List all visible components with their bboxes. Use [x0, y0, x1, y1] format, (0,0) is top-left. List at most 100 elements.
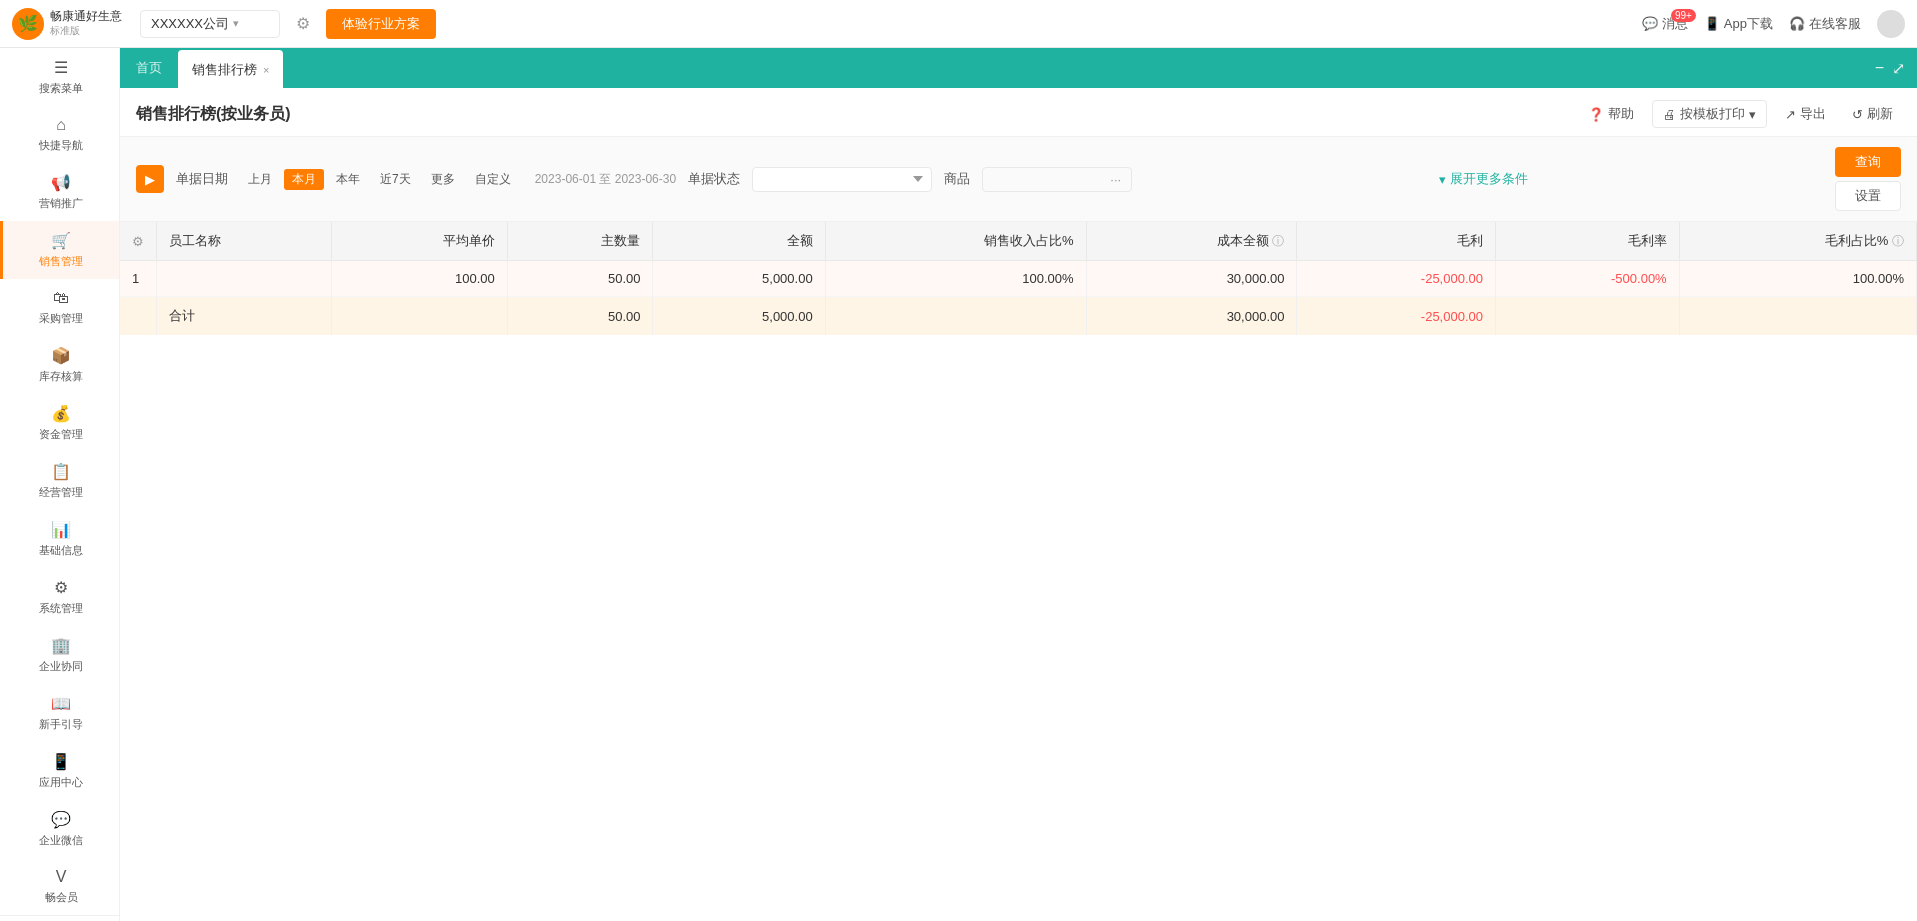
enterprise-icon: 🏢 [51, 636, 71, 655]
settings-button[interactable]: 设置 [1835, 181, 1901, 211]
sidebar-item-label: 系统管理 [39, 601, 83, 616]
date-option-this-month[interactable]: 本月 [284, 169, 324, 190]
gross-pct-info-icon[interactable]: ⓘ [1892, 234, 1904, 248]
sidebar-item-app-center[interactable]: 📱 应用中心 [0, 742, 119, 800]
app-download-label: App下载 [1724, 15, 1773, 33]
sidebar-item-finance[interactable]: 💰 资金管理 [0, 394, 119, 452]
avatar[interactable] [1877, 10, 1905, 38]
sidebar-item-quick-nav[interactable]: ⌂ 快捷导航 [0, 106, 119, 163]
page-header: 销售排行榜(按业务员) ❓ 帮助 🖨 按模板打印 ▾ ↗ 导出 [120, 88, 1917, 137]
status-select[interactable] [752, 167, 932, 192]
message-btn[interactable]: 💬 消息 99+ [1642, 15, 1688, 33]
date-option-7days[interactable]: 近7天 [372, 169, 419, 190]
sales-ranking-table: ⚙ 员工名称 平均单价 主数量 全额 [120, 222, 1917, 335]
sidebar-item-sales[interactable]: 🛒 销售管理 [0, 221, 119, 279]
app-download-btn[interactable]: 📱 App下载 [1704, 15, 1773, 33]
sidebar-item-label: 企业协同 [39, 659, 83, 674]
trial-button[interactable]: 体验行业方案 [326, 9, 436, 39]
sidebar-item-label: 经营管理 [39, 485, 83, 500]
tab-maximize-icon[interactable]: ⤢ [1892, 59, 1905, 78]
sidebar-item-label: 基础信息 [39, 543, 83, 558]
logo-area: 🌿 畅康通好生意 标准版 [12, 8, 132, 40]
marketing-icon: 📢 [51, 173, 71, 192]
sidebar-item-system[interactable]: ⚙ 系统管理 [0, 568, 119, 626]
filter-toggle-btn[interactable]: ▶ [136, 165, 164, 193]
print-dropdown-icon: ▾ [1749, 107, 1756, 122]
sidebar-item-vip[interactable]: V 畅会员 [0, 858, 119, 915]
tab-sales-ranking[interactable]: 销售排行榜 × [178, 50, 283, 90]
app-name: 畅康通好生意 [50, 9, 122, 25]
footer-avg-price [332, 297, 507, 336]
tab-label: 销售排行榜 [192, 61, 257, 79]
col-avg-price: 平均单价 [332, 222, 507, 261]
sidebar-item-basic-info[interactable]: 📊 基础信息 [0, 510, 119, 568]
footer-gross-rate [1496, 297, 1680, 336]
expand-label: 展开更多条件 [1450, 170, 1528, 188]
table-footer-row: 合计 50.00 5,000.00 30,000.00 -25,000.00 [120, 297, 1917, 336]
export-label: 导出 [1800, 105, 1826, 123]
purchase-icon: 🛍 [53, 289, 69, 307]
sidebar-item-operations[interactable]: 📋 经营管理 [0, 452, 119, 510]
sidebar-item-inventory[interactable]: 📦 库存核算 [0, 336, 119, 394]
search-icon: ☰ [54, 58, 68, 77]
date-option-more[interactable]: 更多 [423, 169, 463, 190]
main-layout: ☰ 搜索菜单 ⌂ 快捷导航 📢 营销推广 🛒 销售管理 🛍 采购管理 📦 库存核… [0, 48, 1917, 921]
top-right-area: 💬 消息 99+ 📱 App下载 🎧 在线客服 [1642, 10, 1905, 38]
sidebar-item-purchase[interactable]: 🛍 采购管理 [0, 279, 119, 336]
date-option-last-month[interactable]: 上月 [240, 169, 280, 190]
tab-home[interactable]: 首页 [120, 48, 178, 88]
footer-label: 合计 [157, 297, 332, 336]
settings-icon[interactable]: ⚙ [288, 10, 318, 37]
table-row: 1 100.00 50.00 5,000.00 100.00% 30,000.0… [120, 261, 1917, 297]
refresh-button[interactable]: ↺ 刷新 [1844, 101, 1901, 127]
help-button[interactable]: ❓ 帮助 [1580, 101, 1642, 127]
wechat-icon: 💬 [51, 810, 71, 829]
export-icon: ↗ [1785, 107, 1796, 122]
goods-label: 商品 [944, 170, 970, 188]
col-settings: ⚙ [120, 222, 157, 261]
sidebar-item-label: 销售管理 [39, 254, 83, 269]
goods-input[interactable]: ··· [982, 167, 1132, 192]
page-actions: ❓ 帮助 🖨 按模板打印 ▾ ↗ 导出 ↺ 刷新 [1580, 100, 1901, 128]
footer-amount: 5,000.00 [653, 297, 825, 336]
sidebar-bottom: ⚙ ◀ [0, 915, 119, 921]
basic-info-icon: 📊 [51, 520, 71, 539]
col-gross-pct: 毛利占比% ⓘ [1679, 222, 1916, 261]
sidebar-item-search-orders[interactable]: ☰ 搜索菜单 [0, 48, 119, 106]
ellipsis-icon[interactable]: ··· [1110, 172, 1121, 187]
footer-sales-pct [825, 297, 1086, 336]
sidebar-item-label: 采购管理 [39, 311, 83, 326]
filter-area: ▶ 单据日期 上月 本月 本年 近7天 更多 自定义 2023-06-01 至 … [120, 137, 1917, 222]
company-selector[interactable]: XXXXXX公司 ▾ [140, 10, 280, 38]
tab-minimize-icon[interactable]: − [1875, 59, 1884, 77]
expand-more-btn[interactable]: ▾ 展开更多条件 [1439, 170, 1528, 188]
sidebar-item-label: 新手引导 [39, 717, 83, 732]
help-icon: ❓ [1588, 107, 1604, 122]
headset-icon: 🎧 [1789, 16, 1805, 31]
sidebar-item-newbie[interactable]: 📖 新手引导 [0, 684, 119, 742]
tab-close-icon[interactable]: × [263, 64, 269, 76]
col-gross-rate: 毛利率 [1496, 222, 1680, 261]
query-button[interactable]: 查询 [1835, 147, 1901, 177]
export-button[interactable]: ↗ 导出 [1777, 101, 1834, 127]
cell-gross-rate: -500.00% [1496, 261, 1680, 297]
message-badge: 99+ [1671, 9, 1696, 22]
cell-cost: 30,000.00 [1086, 261, 1297, 297]
sidebar-item-marketing[interactable]: 📢 营销推广 [0, 163, 119, 221]
print-button[interactable]: 🖨 按模板打印 ▾ [1652, 100, 1767, 128]
col-sales-pct: 销售收入占比% [825, 222, 1086, 261]
cost-info-icon[interactable]: ⓘ [1272, 234, 1284, 248]
col-qty: 主数量 [507, 222, 653, 261]
sidebar-item-enterprise[interactable]: 🏢 企业协同 [0, 626, 119, 684]
date-option-this-year[interactable]: 本年 [328, 169, 368, 190]
online-service-btn[interactable]: 🎧 在线客服 [1789, 15, 1861, 33]
footer-cost: 30,000.00 [1086, 297, 1297, 336]
online-service-label: 在线客服 [1809, 15, 1861, 33]
app-version: 标准版 [50, 24, 122, 38]
query-settings-btns: 查询 设置 [1835, 147, 1901, 211]
date-option-custom[interactable]: 自定义 [467, 169, 519, 190]
sidebar-item-wechat[interactable]: 💬 企业微信 [0, 800, 119, 858]
help-label: 帮助 [1608, 105, 1634, 123]
table-wrap: ⚙ 员工名称 平均单价 主数量 全额 [120, 222, 1917, 921]
col-gross: 毛利 [1297, 222, 1496, 261]
